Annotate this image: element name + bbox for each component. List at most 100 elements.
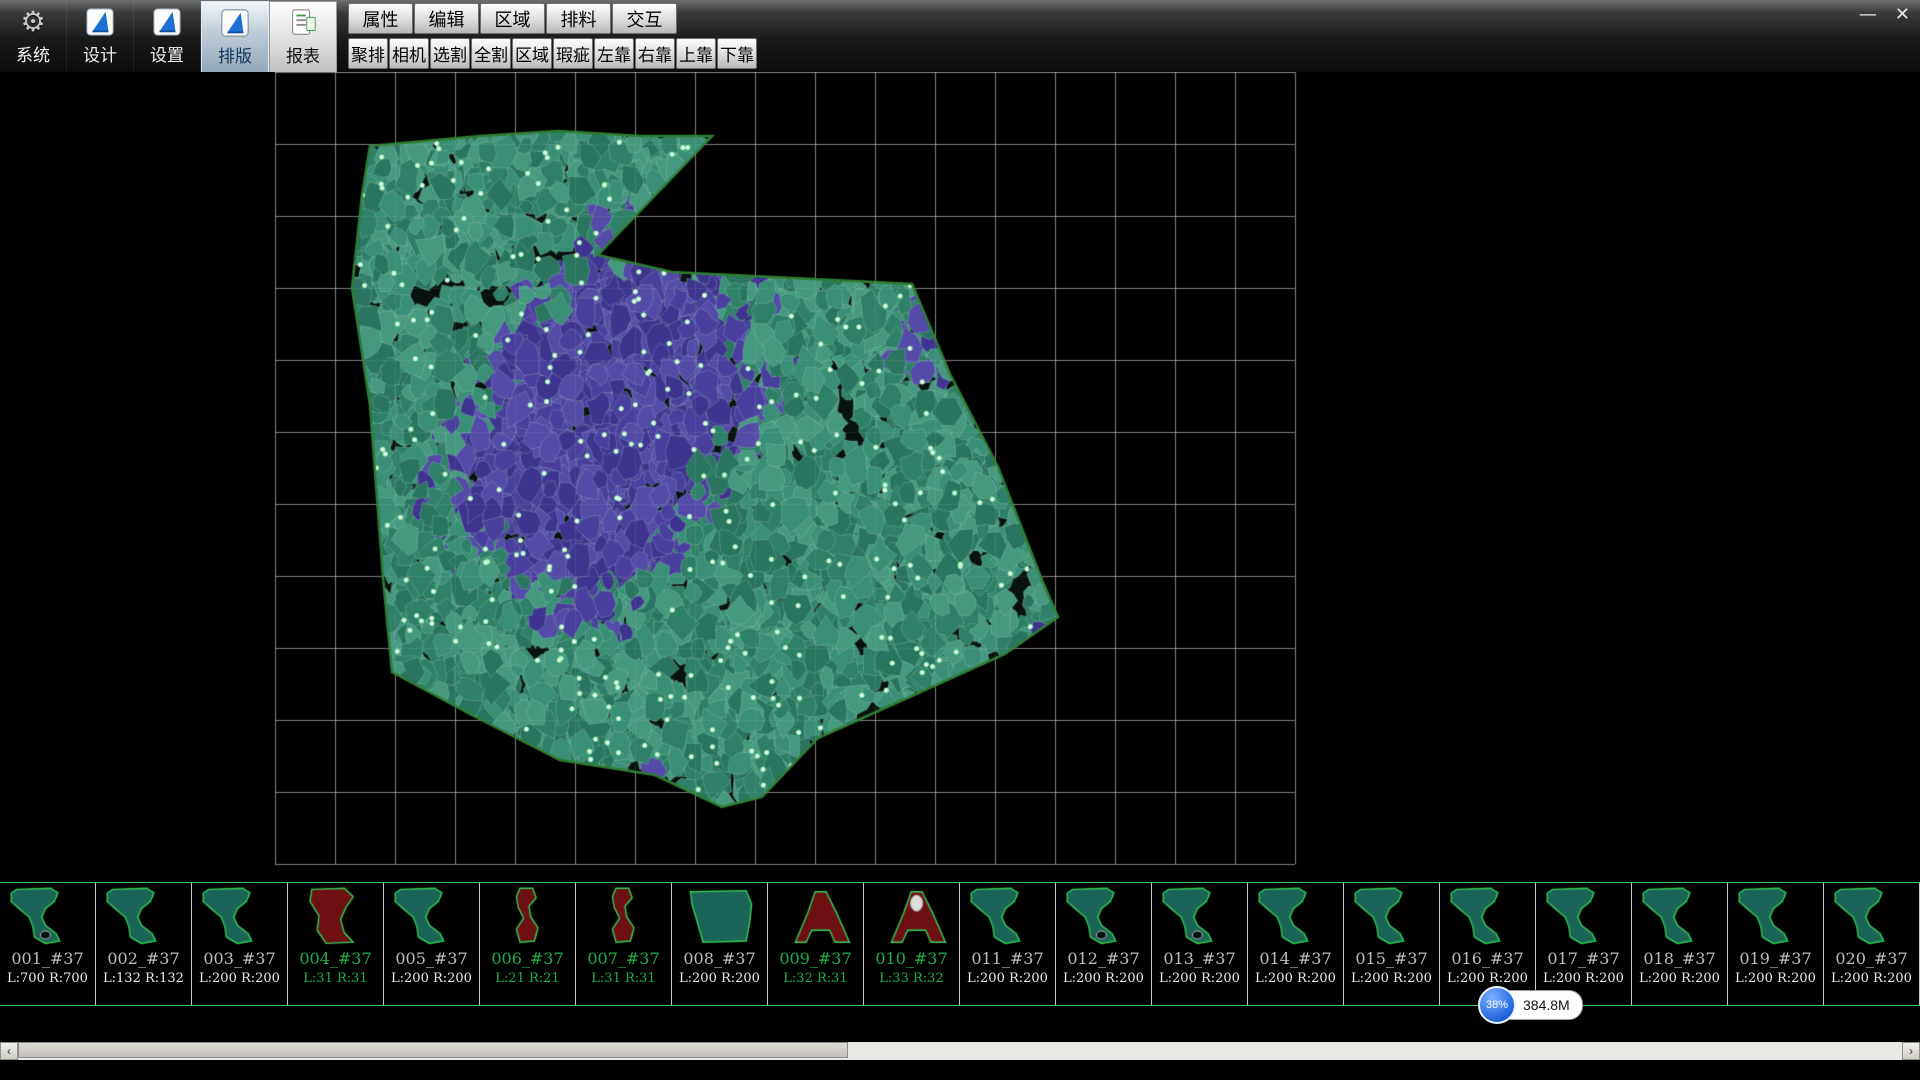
tool-align-bottom[interactable]: 下靠 xyxy=(717,38,757,69)
piece-shape xyxy=(1442,886,1534,948)
tab-interact[interactable]: 交互 xyxy=(612,3,677,34)
tool-camera[interactable]: 相机 xyxy=(389,38,429,69)
piece-thumb-020_#37[interactable]: 020_#37 L:200 R:200 xyxy=(1824,883,1920,1005)
piece-label: 014_#37 xyxy=(1259,949,1331,968)
piece-counts: L:200 R:200 xyxy=(1159,971,1240,986)
piece-thumb-012_#37[interactable]: 012_#37L:200 R:200 xyxy=(1056,883,1152,1005)
nesting-canvas[interactable] xyxy=(0,72,1920,882)
toolbar: ⚙ 系统 设计 设置 排版 xyxy=(0,0,1920,73)
piece-shape xyxy=(290,886,382,948)
gear-icon: ⚙ xyxy=(16,6,50,38)
piece-thumb-004_#37[interactable]: 004_#37 L:31 R:31 xyxy=(288,883,384,1005)
piece-counts: L:132 R:132 xyxy=(103,971,184,986)
tab-label: 排料 xyxy=(561,6,597,32)
piece-shape xyxy=(1154,886,1246,948)
menu-area: 属性 编辑 区域 排料 交互 聚排 相机 选割 全割 区域 瑕疵 左靠 右靠 上… xyxy=(348,0,758,69)
tool-align-right[interactable]: 右靠 xyxy=(635,38,675,69)
piece-thumb-019_#37[interactable]: 019_#37L:200 R:200 xyxy=(1728,883,1824,1005)
horizontal-scrollbar[interactable]: ‹ › xyxy=(0,1042,1920,1060)
piece-counts: L:200 R:200 xyxy=(1735,971,1816,986)
report-icon xyxy=(286,7,320,39)
piece-counts: L:200 R:200 xyxy=(391,971,472,986)
tool-select-cut[interactable]: 选割 xyxy=(430,38,470,69)
tab-region[interactable]: 区域 xyxy=(480,3,545,34)
piece-thumb-009_#37[interactable]: 009_#37L:32 R:31 xyxy=(768,883,864,1005)
piece-counts: L:200 R:200 xyxy=(1831,971,1912,986)
tool-label: 选割 xyxy=(433,41,467,66)
piece-thumb-003_#37[interactable]: 003_#37L:200 R:200 xyxy=(192,883,288,1005)
scroll-track[interactable] xyxy=(18,1042,1902,1060)
piece-counts: L:200 R:200 xyxy=(1063,971,1144,986)
piece-thumb-001_#37[interactable]: 001_#37L:700 R:700 xyxy=(0,883,96,1005)
piece-label: 013_#37 xyxy=(1163,949,1235,968)
piece-shape xyxy=(770,886,862,948)
tool-region[interactable]: 区域 xyxy=(512,38,552,69)
main-tab-system[interactable]: ⚙ 系统 xyxy=(0,1,67,71)
tool-button-row: 聚排 相机 选割 全割 区域 瑕疵 左靠 右靠 上靠 下靠 xyxy=(348,38,758,69)
tool-label: 上靠 xyxy=(679,41,713,66)
scroll-thumb[interactable] xyxy=(18,1042,848,1058)
pieces-strip[interactable]: 001_#37L:700 R:700 002_#37 L:132 R:132 003_… xyxy=(0,882,1920,1006)
progress-indicator: 38% xyxy=(1478,986,1516,1024)
piece-counts: L:31 R:31 xyxy=(303,971,367,986)
piece-label: 017_#37 xyxy=(1547,949,1619,968)
main-tab-settings[interactable]: 设置 xyxy=(134,1,201,71)
tool-align-left[interactable]: 左靠 xyxy=(594,38,634,69)
piece-label: 008_#37 xyxy=(683,949,755,968)
main-tab-label: 设置 xyxy=(150,41,184,66)
piece-shape xyxy=(1634,886,1726,948)
tool-label: 区域 xyxy=(515,41,549,66)
main-tab-report[interactable]: 报表 xyxy=(269,1,337,73)
main-tab-design[interactable]: 设计 xyxy=(67,1,134,71)
main-tab-label: 系统 xyxy=(16,41,50,66)
tool-label: 全割 xyxy=(474,41,508,66)
piece-label: 004_#37 xyxy=(299,949,371,968)
piece-thumb-018_#37[interactable]: 018_#37 L:200 R:200 xyxy=(1632,883,1728,1005)
piece-label: 011_#37 xyxy=(971,949,1043,968)
piece-shape xyxy=(674,886,766,948)
tool-cluster-nest[interactable]: 聚排 xyxy=(348,38,388,69)
tool-align-top[interactable]: 上靠 xyxy=(676,38,716,69)
piece-counts: L:200 R:200 xyxy=(1639,971,1720,986)
tab-label: 编辑 xyxy=(429,6,465,32)
piece-thumb-010_#37[interactable]: 010_#37L:33 R:32 xyxy=(864,883,960,1005)
tool-label: 聚排 xyxy=(351,41,385,66)
piece-thumb-007_#37[interactable]: 007_#37L:31 R:31 xyxy=(576,883,672,1005)
main-button-group: ⚙ 系统 设计 设置 排版 xyxy=(0,0,337,72)
piece-label: 020_#37 xyxy=(1835,949,1907,968)
piece-shape xyxy=(866,886,958,948)
piece-thumb-011_#37[interactable]: 011_#37L:200 R:200 xyxy=(960,883,1056,1005)
main-tab-label: 报表 xyxy=(286,42,320,67)
piece-shape xyxy=(98,886,190,948)
tab-label: 区域 xyxy=(495,6,531,32)
tab-edit[interactable]: 编辑 xyxy=(414,3,479,34)
piece-thumb-008_#37[interactable]: 008_#37 L:200 R:200 xyxy=(672,883,768,1005)
main-tab-label: 排版 xyxy=(218,42,252,67)
piece-shape xyxy=(1538,886,1630,948)
main-tab-layout[interactable]: 排版 xyxy=(201,1,269,73)
tab-properties[interactable]: 属性 xyxy=(348,3,413,34)
piece-counts: L:200 R:200 xyxy=(679,971,760,986)
tool-cut-all[interactable]: 全割 xyxy=(471,38,511,69)
piece-label: 010_#37 xyxy=(875,949,947,968)
menu-tab-row: 属性 编辑 区域 排料 交互 xyxy=(348,3,758,34)
piece-thumb-014_#37[interactable]: 014_#37L:200 R:200 xyxy=(1248,883,1344,1005)
tool-defect[interactable]: 瑕疵 xyxy=(553,38,593,69)
scroll-left-button[interactable]: ‹ xyxy=(0,1042,18,1060)
piece-counts: L:200 R:200 xyxy=(1447,971,1528,986)
piece-label: 018_#37 xyxy=(1643,949,1715,968)
settings-icon xyxy=(150,6,184,38)
close-button[interactable]: ✕ xyxy=(1895,6,1910,24)
piece-thumb-013_#37[interactable]: 013_#37 L:200 R:200 xyxy=(1152,883,1248,1005)
piece-thumb-002_#37[interactable]: 002_#37 L:132 R:132 xyxy=(96,883,192,1005)
piece-thumb-006_#37[interactable]: 006_#37L:21 R:21 xyxy=(480,883,576,1005)
piece-label: 002_#37 xyxy=(107,949,179,968)
tab-nesting[interactable]: 排料 xyxy=(546,3,611,34)
scroll-right-button[interactable]: › xyxy=(1902,1042,1920,1060)
app-window: ⚙ 系统 设计 设置 排版 xyxy=(0,0,1920,1080)
piece-label: 006_#37 xyxy=(491,949,563,968)
minimize-button[interactable]: — xyxy=(1859,6,1877,24)
piece-thumb-015_#37[interactable]: 015_#37L:200 R:200 xyxy=(1344,883,1440,1005)
piece-thumb-005_#37[interactable]: 005_#37L:200 R:200 xyxy=(384,883,480,1005)
tool-label: 下靠 xyxy=(720,41,754,66)
